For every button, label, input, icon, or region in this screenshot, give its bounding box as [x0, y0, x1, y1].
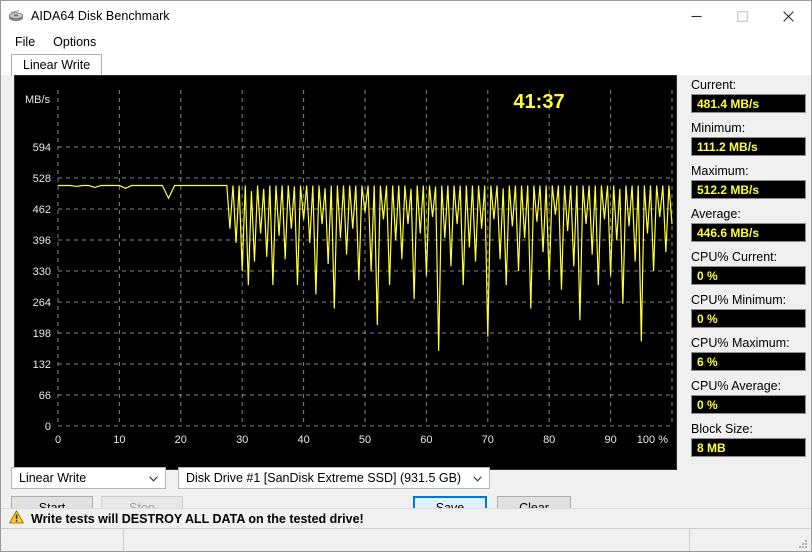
stat-value-cpu-average: 0 % — [691, 395, 806, 414]
main-content: MB/s 0 66 132 198 264 330 396 462 528 594 0 10 20 30 40… — [1, 75, 811, 551]
svg-text:MB/s: MB/s — [25, 94, 51, 106]
status-cell-2 — [124, 529, 690, 551]
resize-grip[interactable] — [797, 537, 809, 549]
stat-label-block-size: Block Size: — [691, 422, 806, 436]
svg-text:10: 10 — [113, 434, 125, 446]
svg-text:0: 0 — [45, 421, 51, 433]
svg-text:70: 70 — [482, 434, 494, 446]
chart-canvas: MB/s 0 66 132 198 264 330 396 462 528 594 0 10 20 30 40… — [15, 76, 676, 469]
stats-panel: Current: 481.4 MB/s Minimum: 111.2 MB/s … — [691, 78, 806, 457]
svg-text:80: 80 — [543, 434, 555, 446]
stat-value-block-size: 8 MB — [691, 438, 806, 457]
svg-text:30: 30 — [236, 434, 248, 446]
stat-label-cpu-minimum: CPU% Minimum: — [691, 293, 806, 307]
svg-text:41:37: 41:37 — [513, 91, 564, 113]
warning-triangle-icon — [9, 510, 24, 529]
warning-bar: Write tests will DESTROY ALL DATA on the… — [1, 508, 811, 529]
aida64-disk-benchmark-window: AIDA64 Disk Benchmark File Options Linea… — [0, 0, 812, 552]
stat-label-cpu-average: CPU% Average: — [691, 379, 806, 393]
svg-text:198: 198 — [33, 328, 51, 340]
menu-item-options[interactable]: Options — [47, 33, 105, 52]
svg-text:50: 50 — [359, 434, 371, 446]
svg-text:66: 66 — [39, 390, 51, 402]
status-cell-1 — [1, 529, 124, 551]
disk-icon — [8, 8, 24, 24]
warning-text: Write tests will DESTROY ALL DATA on the… — [31, 512, 364, 526]
stat-label-maximum: Maximum: — [691, 164, 806, 178]
selector-row: Linear Write Disk Drive #1 [SanDisk Extr… — [11, 467, 490, 489]
stat-value-cpu-minimum: 0 % — [691, 309, 806, 328]
stat-value-maximum: 512.2 MB/s — [691, 180, 806, 199]
stat-label-cpu-current: CPU% Current: — [691, 250, 806, 264]
svg-text:132: 132 — [33, 359, 51, 371]
svg-text:20: 20 — [175, 434, 187, 446]
svg-text:60: 60 — [420, 434, 432, 446]
svg-text:100 %: 100 % — [637, 434, 668, 446]
maximize-button[interactable] — [719, 1, 765, 31]
minimize-button[interactable] — [673, 1, 719, 31]
window-title: AIDA64 Disk Benchmark — [31, 9, 170, 23]
chevron-down-icon — [473, 471, 482, 485]
stat-label-minimum: Minimum: — [691, 121, 806, 135]
test-type-value: Linear Write — [19, 471, 86, 485]
svg-text:528: 528 — [33, 173, 51, 185]
menu-item-file[interactable]: File — [9, 33, 44, 52]
svg-text:90: 90 — [604, 434, 616, 446]
stat-value-cpu-current: 0 % — [691, 266, 806, 285]
status-bar — [1, 528, 811, 551]
tab-strip: Linear Write — [1, 53, 811, 75]
status-cell-3 — [690, 529, 811, 551]
svg-text:330: 330 — [33, 266, 51, 278]
svg-text:264: 264 — [33, 297, 51, 309]
stat-value-cpu-maximum: 6 % — [691, 352, 806, 371]
svg-text:594: 594 — [33, 142, 51, 154]
test-type-select[interactable]: Linear Write — [11, 467, 166, 489]
close-button[interactable] — [765, 1, 811, 31]
stat-value-current: 481.4 MB/s — [691, 94, 806, 113]
benchmark-chart: MB/s 0 66 132 198 264 330 396 462 528 594 0 10 20 30 40… — [14, 75, 677, 470]
svg-text:462: 462 — [33, 204, 51, 216]
tab-linear-write[interactable]: Linear Write — [11, 54, 102, 76]
drive-select-value: Disk Drive #1 [SanDisk Extreme SSD] (931… — [186, 471, 461, 485]
window-controls — [673, 1, 811, 31]
chevron-down-icon — [149, 471, 158, 485]
title-bar: AIDA64 Disk Benchmark — [1, 1, 811, 31]
svg-text:40: 40 — [297, 434, 309, 446]
stat-label-current: Current: — [691, 78, 806, 92]
drive-select[interactable]: Disk Drive #1 [SanDisk Extreme SSD] (931… — [178, 467, 490, 489]
stat-label-cpu-maximum: CPU% Maximum: — [691, 336, 806, 350]
menu-bar: File Options — [1, 31, 811, 53]
stat-value-average: 446.6 MB/s — [691, 223, 806, 242]
stat-value-minimum: 111.2 MB/s — [691, 137, 806, 156]
svg-text:0: 0 — [55, 434, 61, 446]
svg-text:396: 396 — [33, 235, 51, 247]
stat-label-average: Average: — [691, 207, 806, 221]
